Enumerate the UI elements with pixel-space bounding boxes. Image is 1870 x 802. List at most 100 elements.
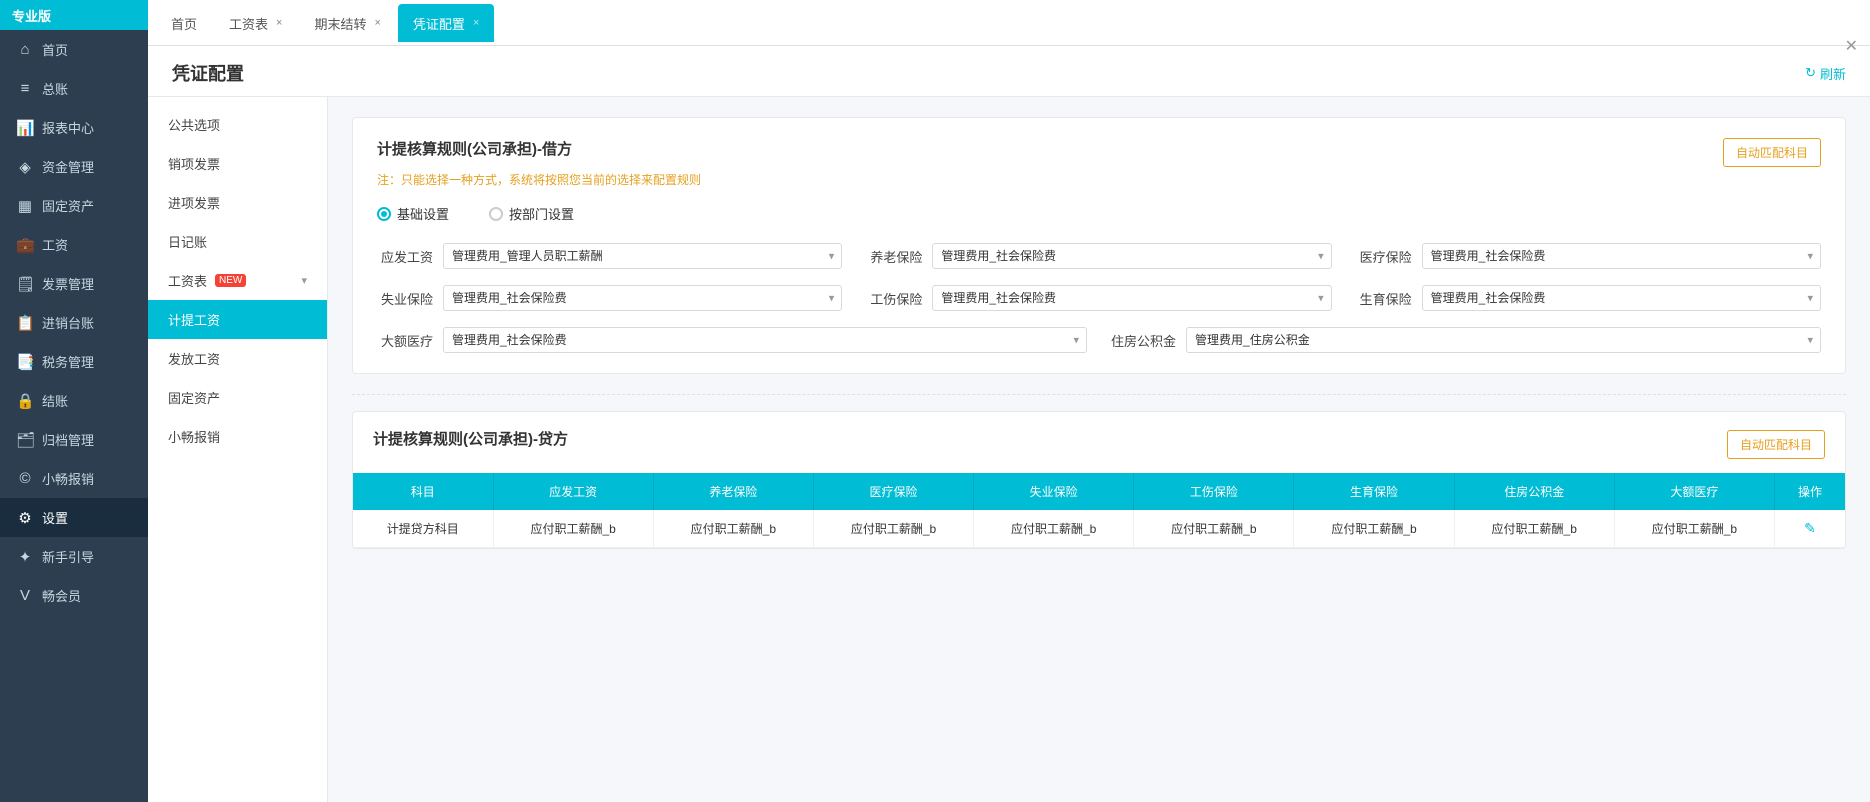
radio-dept-settings[interactable]: 按部门设置 <box>489 204 574 223</box>
refresh-button[interactable]: ↻ 刷新 <box>1805 64 1846 83</box>
form-label-daeyiliao: 大额医疗 <box>377 331 433 350</box>
sidebar-item-funds[interactable]: ◈ 资金管理 <box>0 147 148 186</box>
sidebar-item-label: 畅会员 <box>42 586 81 605</box>
form-item-daeyiliao: 大额医疗 管理费用_社会保险费 <box>377 327 1087 353</box>
credit-section-header: 计提核算规则(公司承担)-贷方 自动匹配科目 <box>353 412 1845 473</box>
debit-auto-match-button[interactable]: 自动匹配科目 <box>1723 138 1821 167</box>
tab-period-close-close[interactable]: × <box>374 17 380 29</box>
sidebar-item-close[interactable]: 🔒 结账 <box>0 381 148 420</box>
form-label-yanglao: 养老保险 <box>866 247 922 266</box>
sidebar-item-guide[interactable]: ✦ 新手引导 <box>0 537 148 576</box>
sidebar-item-salary[interactable]: 💼 工资 <box>0 225 148 264</box>
col-header-subject: 科目 <box>353 473 493 510</box>
sidebar-item-settings[interactable]: ⚙ 设置 <box>0 498 148 537</box>
sidebar-item-label: 首页 <box>42 40 68 59</box>
credit-auto-match-button[interactable]: 自动匹配科目 <box>1727 430 1825 459</box>
cell-action[interactable]: ✎ <box>1774 510 1845 548</box>
sidebar-item-sales[interactable]: 📋 进销台账 <box>0 303 148 342</box>
form-label-yiliao: 医疗保险 <box>1356 247 1412 266</box>
edit-icon[interactable]: ✎ <box>1804 520 1816 536</box>
select-yingfa-gongzi[interactable]: 管理费用_管理人员职工薪酬 <box>443 243 842 269</box>
left-nav-payroll-table[interactable]: 工资表 NEW ▾ <box>148 261 327 300</box>
sidebar-item-label: 总账 <box>42 79 68 98</box>
cell-col2: 应付职工薪酬_b <box>653 510 813 548</box>
sidebar-item-label: 工资 <box>42 235 68 254</box>
sidebar-item-label: 小畅报销 <box>42 469 94 488</box>
credit-section: 计提核算规则(公司承担)-贷方 自动匹配科目 科目 应发工资 养老保险 医疗保险… <box>352 411 1846 549</box>
select-wrapper-shengyu: 管理费用_社会保险费 <box>1422 285 1821 311</box>
left-nav-public[interactable]: 公共选项 <box>148 105 327 144</box>
col-header-shiye: 失业保险 <box>974 473 1134 510</box>
sidebar-item-label: 报表中心 <box>42 118 94 137</box>
debit-section-header-left: 计提核算规则(公司承担)-借方 注：只能选择一种方式，系统将按照您当前的选择来配… <box>377 138 701 188</box>
form-label-yingfa: 应发工资 <box>377 247 433 266</box>
left-nav-fixed-assets[interactable]: 固定资产 <box>148 378 327 417</box>
left-nav-pay-salary[interactable]: 发放工资 <box>148 339 327 378</box>
select-yanglao[interactable]: 管理费用_社会保险费 <box>932 243 1331 269</box>
col-header-action: 操作 <box>1774 473 1845 510</box>
select-wrapper-gongshang: 管理费用_社会保险费 <box>932 285 1331 311</box>
left-nav-purchase-invoice[interactable]: 进项发票 <box>148 183 327 222</box>
debit-section-header: 计提核算规则(公司承担)-借方 注：只能选择一种方式，系统将按照您当前的选择来配… <box>377 138 1821 188</box>
credit-table: 科目 应发工资 养老保险 医疗保险 失业保险 工伤保险 生育保险 住房公积金 大… <box>353 473 1845 548</box>
main-area: 首页 工资表 × 期末结转 × 凭证配置 × ✕ 凭证配置 ↻ 刷新 公共选项 <box>148 0 1870 802</box>
window-close-button[interactable]: ✕ <box>1845 36 1858 56</box>
select-wrapper-yiliao: 管理费用_社会保险费 <box>1422 243 1821 269</box>
sidebar-item-label: 发票管理 <box>42 274 94 293</box>
sidebar-item-tax[interactable]: 📑 税务管理 <box>0 342 148 381</box>
sidebar-item-ledger[interactable]: ≡ 总账 <box>0 69 148 108</box>
sidebar-item-member[interactable]: V 畅会员 <box>0 576 148 615</box>
tab-payroll-label: 工资表 <box>229 14 268 33</box>
radio-basic-circle <box>377 207 391 221</box>
sidebar-item-label: 税务管理 <box>42 352 94 371</box>
right-content: 计提核算规则(公司承担)-借方 注：只能选择一种方式，系统将按照您当前的选择来配… <box>328 97 1870 802</box>
select-yiliao[interactable]: 管理费用_社会保险费 <box>1422 243 1821 269</box>
page-header: 凭证配置 ↻ 刷新 <box>148 46 1870 97</box>
left-nav-journal[interactable]: 日记账 <box>148 222 327 261</box>
select-wrapper-yanglao: 管理费用_社会保险费 <box>932 243 1331 269</box>
expand-icon: ▾ <box>301 274 307 287</box>
sidebar-item-invoices[interactable]: 🗒 发票管理 <box>0 264 148 303</box>
radio-basic-settings[interactable]: 基础设置 <box>377 204 449 223</box>
tab-home-label: 首页 <box>171 14 197 33</box>
cell-col7: 应付职工薪酬_b <box>1454 510 1614 548</box>
tab-payroll-close[interactable]: × <box>276 17 282 29</box>
sidebar-item-label: 结账 <box>42 391 68 410</box>
tab-voucher-config-label: 凭证配置 <box>413 14 465 33</box>
select-shiye[interactable]: 管理费用_社会保险费 <box>443 285 842 311</box>
debit-section: 计提核算规则(公司承担)-借方 注：只能选择一种方式，系统将按照您当前的选择来配… <box>352 117 1846 374</box>
select-gongjijin[interactable]: 管理费用_住房公积金 <box>1186 327 1821 353</box>
cell-col6: 应付职工薪酬_b <box>1294 510 1454 548</box>
sidebar-item-home[interactable]: ⌂ 首页 <box>0 30 148 69</box>
guide-icon: ✦ <box>16 548 34 566</box>
debit-form-row1: 应发工资 管理费用_管理人员职工薪酬 养老保险 管理费用_社会保险费 <box>377 243 1821 311</box>
ledger-icon: ≡ <box>16 80 34 97</box>
tax-icon: 📑 <box>16 353 34 371</box>
left-nav-calc-salary[interactable]: 计提工资 <box>148 300 327 339</box>
select-gongshang[interactable]: 管理费用_社会保险费 <box>932 285 1331 311</box>
sidebar-item-xiao-report[interactable]: © 小畅报销 <box>0 459 148 498</box>
section-divider <box>352 394 1846 395</box>
cell-col1: 应付职工薪酬_b <box>493 510 653 548</box>
left-nav-expense-report[interactable]: 小畅报销 <box>148 417 327 456</box>
sidebar-item-reports[interactable]: 📊 报表中心 <box>0 108 148 147</box>
sidebar-item-archive[interactable]: 🗂 归档管理 <box>0 420 148 459</box>
tab-period-close[interactable]: 期末结转 × <box>299 4 395 42</box>
refresh-icon: ↻ <box>1805 65 1816 81</box>
invoices-icon: 🗒 <box>16 275 34 293</box>
tab-voucher-config-close[interactable]: × <box>473 17 479 29</box>
tab-voucher-config[interactable]: 凭证配置 × <box>398 4 494 42</box>
salary-icon: 💼 <box>16 236 34 254</box>
tab-bar: 首页 工资表 × 期末结转 × 凭证配置 × ✕ <box>148 0 1870 46</box>
sidebar-item-assets[interactable]: ▦ 固定资产 <box>0 186 148 225</box>
left-nav-sale-invoice[interactable]: 销项发票 <box>148 144 327 183</box>
sidebar-item-label: 固定资产 <box>42 196 94 215</box>
cell-col3: 应付职工薪酬_b <box>813 510 973 548</box>
tab-payroll[interactable]: 工资表 × <box>214 4 297 42</box>
form-item-shengyu: 生育保险 管理费用_社会保险费 <box>1356 285 1821 311</box>
col-header-gongjijin: 住房公积金 <box>1454 473 1614 510</box>
select-daeyiliao[interactable]: 管理费用_社会保险费 <box>443 327 1087 353</box>
tab-home[interactable]: 首页 <box>156 4 212 42</box>
select-shengyu[interactable]: 管理费用_社会保险费 <box>1422 285 1821 311</box>
sidebar: 专业版 ⌂ 首页 ≡ 总账 📊 报表中心 ◈ 资金管理 ▦ 固定资产 💼 工资 … <box>0 0 148 802</box>
